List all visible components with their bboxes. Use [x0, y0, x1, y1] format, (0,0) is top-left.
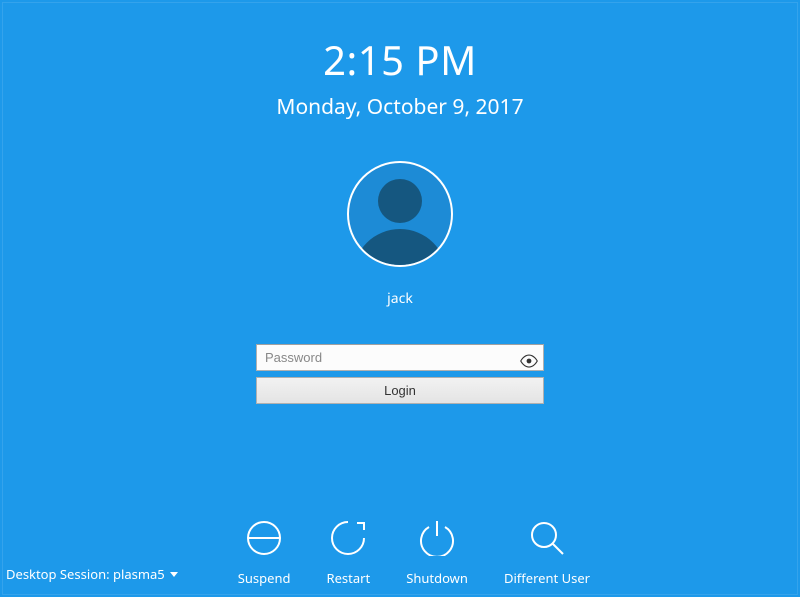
suspend-button[interactable]: Suspend — [238, 520, 291, 587]
avatar[interactable] — [347, 161, 453, 267]
shutdown-label: Shutdown — [406, 569, 468, 587]
avatar-head-icon — [378, 179, 422, 223]
login-form: Login — [0, 344, 800, 404]
power-actions: Suspend Restart Shutdown — [238, 520, 590, 587]
shutdown-button[interactable]: Shutdown — [406, 520, 468, 587]
restart-button[interactable]: Restart — [326, 520, 370, 587]
bottom-bar: Desktop Session: plasma5 Suspend Restart — [0, 520, 800, 587]
session-label: Desktop Session: plasma5 — [6, 565, 165, 583]
clock-time: 2:15 PM — [0, 32, 800, 87]
user-section: jack — [0, 161, 800, 308]
username-label: jack — [0, 289, 800, 308]
show-password-icon[interactable] — [520, 351, 538, 365]
restart-icon — [330, 520, 366, 556]
session-selector[interactable]: Desktop Session: plasma5 — [6, 565, 178, 587]
login-button[interactable]: Login — [256, 377, 544, 404]
different-user-button[interactable]: Different User — [504, 520, 590, 587]
password-wrapper — [256, 344, 544, 371]
password-input[interactable] — [256, 344, 544, 371]
clock-date: Monday, October 9, 2017 — [0, 93, 800, 121]
avatar-body-icon — [353, 229, 447, 267]
suspend-icon — [246, 520, 282, 556]
chevron-down-icon — [170, 572, 178, 577]
shutdown-icon — [419, 520, 455, 556]
suspend-label: Suspend — [238, 569, 291, 587]
restart-label: Restart — [326, 569, 370, 587]
clock-section: 2:15 PM Monday, October 9, 2017 — [0, 0, 800, 121]
different-user-label: Different User — [504, 569, 590, 587]
search-icon — [529, 520, 565, 556]
